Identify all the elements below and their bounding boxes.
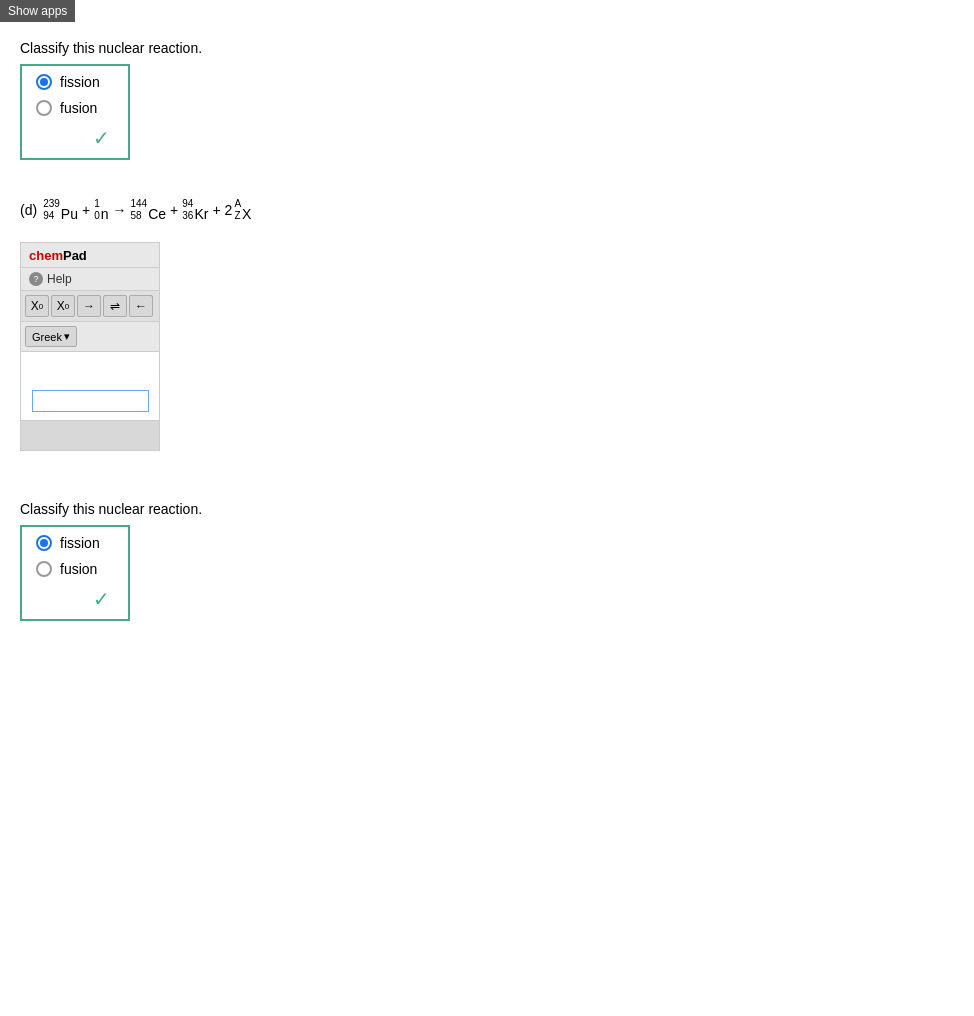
arrow-button[interactable]: → <box>77 295 101 317</box>
fission-option-top[interactable]: fission <box>36 74 114 90</box>
help-label: Help <box>47 272 72 286</box>
fusion-radio-bottom[interactable] <box>36 561 52 577</box>
Kr-mass: 94 <box>182 198 193 210</box>
correct-checkmark-bottom: ✓ <box>36 587 114 611</box>
fission-radio-top[interactable] <box>36 74 52 90</box>
subscript-button[interactable]: X0 <box>25 295 49 317</box>
fission-radio-bottom[interactable] <box>36 535 52 551</box>
chempad-display <box>25 356 155 386</box>
fusion-option-bottom[interactable]: fusion <box>36 561 114 577</box>
X-atomic: Z <box>234 210 240 222</box>
fission-label-bottom: fission <box>60 535 100 551</box>
chempad-header: chemPad <box>21 243 159 268</box>
Ce-mass: 144 <box>130 198 147 210</box>
classify-label-top: Classify this nuclear reaction. <box>20 40 954 56</box>
chempad-input-area <box>21 352 159 420</box>
equilibrium-button[interactable]: ⇌ <box>103 295 127 317</box>
answer-box-top: fission fusion ✓ <box>20 64 130 160</box>
superscript-button[interactable]: X0 <box>51 295 75 317</box>
chempad-widget: chemPad ? Help X0 X0 → ⇌ ← Greek ▾ <box>20 242 160 451</box>
op-plus-2: + <box>170 202 178 218</box>
op-plus-3: + <box>212 202 220 218</box>
chempad-title: chemPad <box>29 248 87 263</box>
Pu-symbol: Pu <box>61 206 78 222</box>
fission-option-bottom[interactable]: fission <box>36 535 114 551</box>
classify-label-bottom: Classify this nuclear reaction. <box>20 501 954 517</box>
Ce-atomic: 58 <box>130 210 141 222</box>
chempad-help-btn[interactable]: ? Help <box>21 268 159 291</box>
delete-button[interactable]: ← <box>129 295 153 317</box>
Pu-mass: 239 <box>43 198 60 210</box>
answer-box-bottom: fission fusion ✓ <box>20 525 130 621</box>
fusion-label-top: fusion <box>60 100 97 116</box>
chempad-toolbar: X0 X0 → ⇌ ← <box>21 291 159 322</box>
nuclide-Pu: 239 94 Pu <box>43 198 78 222</box>
chempad-bottom-bar <box>21 420 159 450</box>
greek-chevron-icon: ▾ <box>64 330 70 343</box>
n-atomic: 0 <box>94 210 100 222</box>
chempad-title-chem: chem <box>29 248 63 263</box>
chempad-title-pad: Pad <box>63 248 87 263</box>
fusion-label-bottom: fusion <box>60 561 97 577</box>
nuclide-X: A Z X <box>234 198 251 222</box>
Kr-atomic: 36 <box>182 210 193 222</box>
show-apps-bar[interactable]: Show apps <box>0 0 75 22</box>
nuclide-Kr: 94 36 Kr <box>182 198 208 222</box>
op-arrow: → <box>112 202 126 218</box>
chempad-text-field[interactable] <box>32 390 149 412</box>
X-mass: A <box>234 198 241 210</box>
equation-section-d: (d) 239 94 Pu + 1 0 n → <box>20 198 954 222</box>
equation-part-label: (d) <box>20 202 37 218</box>
chempad-greek-row: Greek ▾ <box>21 322 159 352</box>
nuclide-n: 1 0 n <box>94 198 108 222</box>
fusion-option-top[interactable]: fusion <box>36 100 114 116</box>
n-mass: 1 <box>94 198 100 210</box>
op-plus-1: + <box>82 202 90 218</box>
greek-label: Greek <box>32 331 62 343</box>
help-icon: ? <box>29 272 43 286</box>
correct-checkmark-top: ✓ <box>36 126 114 150</box>
coefficient-2: 2 <box>225 202 233 218</box>
greek-dropdown[interactable]: Greek ▾ <box>25 326 77 347</box>
Pu-atomic: 94 <box>43 210 54 222</box>
X-symbol: X <box>242 206 251 222</box>
Kr-symbol: Kr <box>194 206 208 222</box>
Ce-symbol: Ce <box>148 206 166 222</box>
n-symbol: n <box>101 206 109 222</box>
nuclide-Ce: 144 58 Ce <box>130 198 166 222</box>
fusion-radio-top[interactable] <box>36 100 52 116</box>
fission-label-top: fission <box>60 74 100 90</box>
